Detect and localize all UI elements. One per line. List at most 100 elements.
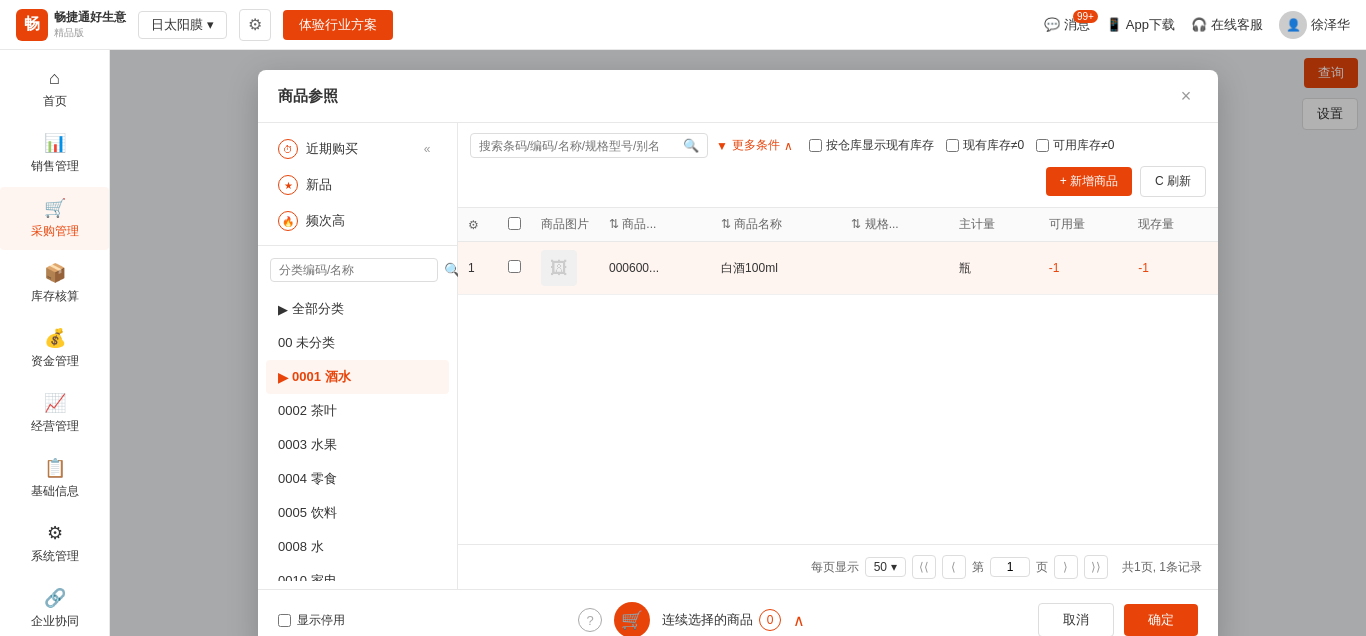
th-name[interactable]: ⇅ 商品名称 xyxy=(711,208,841,242)
quick-item-recent[interactable]: ⏱ 近期购买 « xyxy=(266,131,449,167)
cat-label-all: 全部分类 xyxy=(292,300,344,318)
checkbox-warehouse-input[interactable] xyxy=(809,139,822,152)
user-menu[interactable]: 👤 徐泽华 xyxy=(1279,11,1350,39)
sidebar-item-sales[interactable]: 📊 销售管理 xyxy=(0,122,109,185)
page-prefix-label: 第 xyxy=(972,559,984,576)
cancel-button[interactable]: 取消 xyxy=(1038,603,1114,636)
search-icon[interactable]: 🔍 xyxy=(683,138,699,153)
sidebar-item-enterprise[interactable]: 🔗 企业协同 xyxy=(0,577,109,636)
online-service-button[interactable]: 🎧 在线客服 xyxy=(1191,16,1263,34)
page-number-input[interactable] xyxy=(990,557,1030,577)
table-row[interactable]: 1 🖼 000600... 白酒100ml 瓶 xyxy=(458,242,1218,295)
sidebar-item-home[interactable]: ⌂ 首页 xyxy=(0,58,109,120)
th-unit[interactable]: 主计量 xyxy=(949,208,1039,242)
checkbox-available[interactable]: 现有库存≠0 xyxy=(946,137,1024,154)
footer-left: 显示停用 xyxy=(278,612,345,629)
quick-item-new[interactable]: ★ 新品 xyxy=(266,167,449,203)
footer-center: ? 🛒 连续选择的商品 0 ∧ xyxy=(357,602,1026,636)
sidebar-item-system[interactable]: ⚙ 系统管理 xyxy=(0,512,109,575)
show-disabled-input[interactable] xyxy=(278,614,291,627)
cat-item-snack[interactable]: 0004 零食 xyxy=(266,462,449,496)
cell-available: -1 xyxy=(1039,242,1129,295)
th-code[interactable]: ⇅ 商品... xyxy=(599,208,711,242)
main-layout: ⌂ 首页 📊 销售管理 🛒 采购管理 📦 库存核算 💰 资金管理 📈 经营管理 … xyxy=(0,50,1366,636)
sidebar-label-home: 首页 xyxy=(43,93,67,110)
sales-icon: 📊 xyxy=(44,132,66,154)
per-page-chevron: ▾ xyxy=(891,560,897,574)
checkbox-warehouse[interactable]: 按仓库显示现有库存 xyxy=(809,137,934,154)
first-page-button[interactable]: ⟨⟨ xyxy=(912,555,936,579)
cat-label-tea: 0002 茶叶 xyxy=(278,402,337,420)
sidebar-label-inventory: 库存核算 xyxy=(31,288,79,305)
cart-icon[interactable]: 🛒 xyxy=(614,602,650,636)
sort-icon-code: ⇅ xyxy=(609,217,619,231)
confirm-button[interactable]: 确定 xyxy=(1124,604,1198,636)
cell-checkbox[interactable] xyxy=(498,242,531,295)
cat-item-liquor[interactable]: ▶ 0001 酒水 xyxy=(266,360,449,394)
cat-item-tea[interactable]: 0002 茶叶 xyxy=(266,394,449,428)
logo-text: 畅捷通好生意 精品版 xyxy=(54,9,126,40)
cat-label-electronics: 0010 家电 xyxy=(278,572,337,581)
close-button[interactable]: × xyxy=(1174,84,1198,108)
settings-icon[interactable]: ⚙ xyxy=(239,9,271,41)
checkbox-warehouse-label: 按仓库显示现有库存 xyxy=(826,137,934,154)
cell-seq: 1 xyxy=(458,242,498,295)
th-available[interactable]: 可用量 xyxy=(1039,208,1129,242)
nav-right: 💬 消息 99+ 📱 App下载 🎧 在线客服 👤 徐泽华 xyxy=(1044,11,1350,39)
checkbox-usable-input[interactable] xyxy=(1036,139,1049,152)
th-spec[interactable]: ⇅ 规格... xyxy=(841,208,949,242)
app-download-button[interactable]: 📱 App下载 xyxy=(1106,16,1175,34)
product-reference-modal: 商品参照 × ⏱ 近期购买 « ★ xyxy=(258,70,1218,636)
cat-item-water[interactable]: 0008 水 xyxy=(266,530,449,564)
messages-button[interactable]: 💬 消息 99+ xyxy=(1044,16,1090,34)
last-page-button[interactable]: ⟩⟩ xyxy=(1084,555,1108,579)
sidebar-item-purchase[interactable]: 🛒 采购管理 xyxy=(0,187,109,250)
inventory-icon: 📦 xyxy=(44,262,66,284)
checkbox-available-input[interactable] xyxy=(946,139,959,152)
sort-icon-spec: ⇅ xyxy=(851,217,861,231)
quick-item-recent-label: 近期购买 xyxy=(306,140,358,158)
page-unit-label: 页 xyxy=(1036,559,1048,576)
checkbox-usable[interactable]: 可用库存≠0 xyxy=(1036,137,1114,154)
sidebar-label-business: 经营管理 xyxy=(31,418,79,435)
add-product-button[interactable]: + 新增商品 xyxy=(1046,167,1132,196)
th-image-label: 商品图片 xyxy=(541,217,589,231)
cat-item-electronics[interactable]: 0010 家电 xyxy=(266,564,449,581)
sort-icon-name: ⇅ xyxy=(721,217,731,231)
cat-item-uncat[interactable]: 00 未分类 xyxy=(266,326,449,360)
next-page-button[interactable]: ⟩ xyxy=(1054,555,1078,579)
cell-code: 000600... xyxy=(599,242,711,295)
collapse-left-icon[interactable]: « xyxy=(417,139,437,159)
cell-image: 🖼 xyxy=(531,242,599,295)
cell-spec xyxy=(841,242,949,295)
nav-dropdown[interactable]: 日太阳膜 ▾ xyxy=(138,11,227,39)
sidebar-item-finance[interactable]: 💰 资金管理 xyxy=(0,317,109,380)
help-icon[interactable]: ? xyxy=(578,608,602,632)
product-search-input[interactable] xyxy=(479,139,679,153)
trial-button[interactable]: 体验行业方案 xyxy=(283,10,393,40)
continuous-count: 0 xyxy=(759,609,781,631)
per-page-select[interactable]: 50 ▾ xyxy=(865,557,906,577)
sidebar-item-basic-info[interactable]: 📋 基础信息 xyxy=(0,447,109,510)
sidebar-item-business[interactable]: 📈 经营管理 xyxy=(0,382,109,445)
sidebar-item-inventory[interactable]: 📦 库存核算 xyxy=(0,252,109,315)
product-image: 🖼 xyxy=(541,250,577,286)
refresh-button[interactable]: C 刷新 xyxy=(1140,166,1206,197)
quick-item-frequent[interactable]: 🔥 频次高 xyxy=(266,203,449,239)
download-icon: 📱 xyxy=(1106,17,1122,32)
table-header-row: ⚙ 商品图片 ⇅ 商品... xyxy=(458,208,1218,242)
filter-button[interactable]: ▼ 更多条件 ∧ xyxy=(716,137,793,154)
collapse-footer-icon[interactable]: ∧ xyxy=(793,611,805,630)
per-page-value: 50 xyxy=(874,560,887,574)
show-disabled-checkbox[interactable]: 显示停用 xyxy=(278,612,345,629)
select-all-checkbox[interactable] xyxy=(508,217,521,230)
cat-item-all[interactable]: ▶ 全部分类 xyxy=(266,292,449,326)
row-checkbox[interactable] xyxy=(508,260,521,273)
prev-page-button[interactable]: ⟨ xyxy=(942,555,966,579)
cat-item-beverage[interactable]: 0005 饮料 xyxy=(266,496,449,530)
category-search-input[interactable] xyxy=(270,258,438,282)
cat-item-fruit[interactable]: 0003 水果 xyxy=(266,428,449,462)
th-settings[interactable]: ⚙ xyxy=(458,208,498,242)
continuous-label: 连续选择的商品 xyxy=(662,611,753,629)
per-page-label: 每页显示 xyxy=(811,559,859,576)
